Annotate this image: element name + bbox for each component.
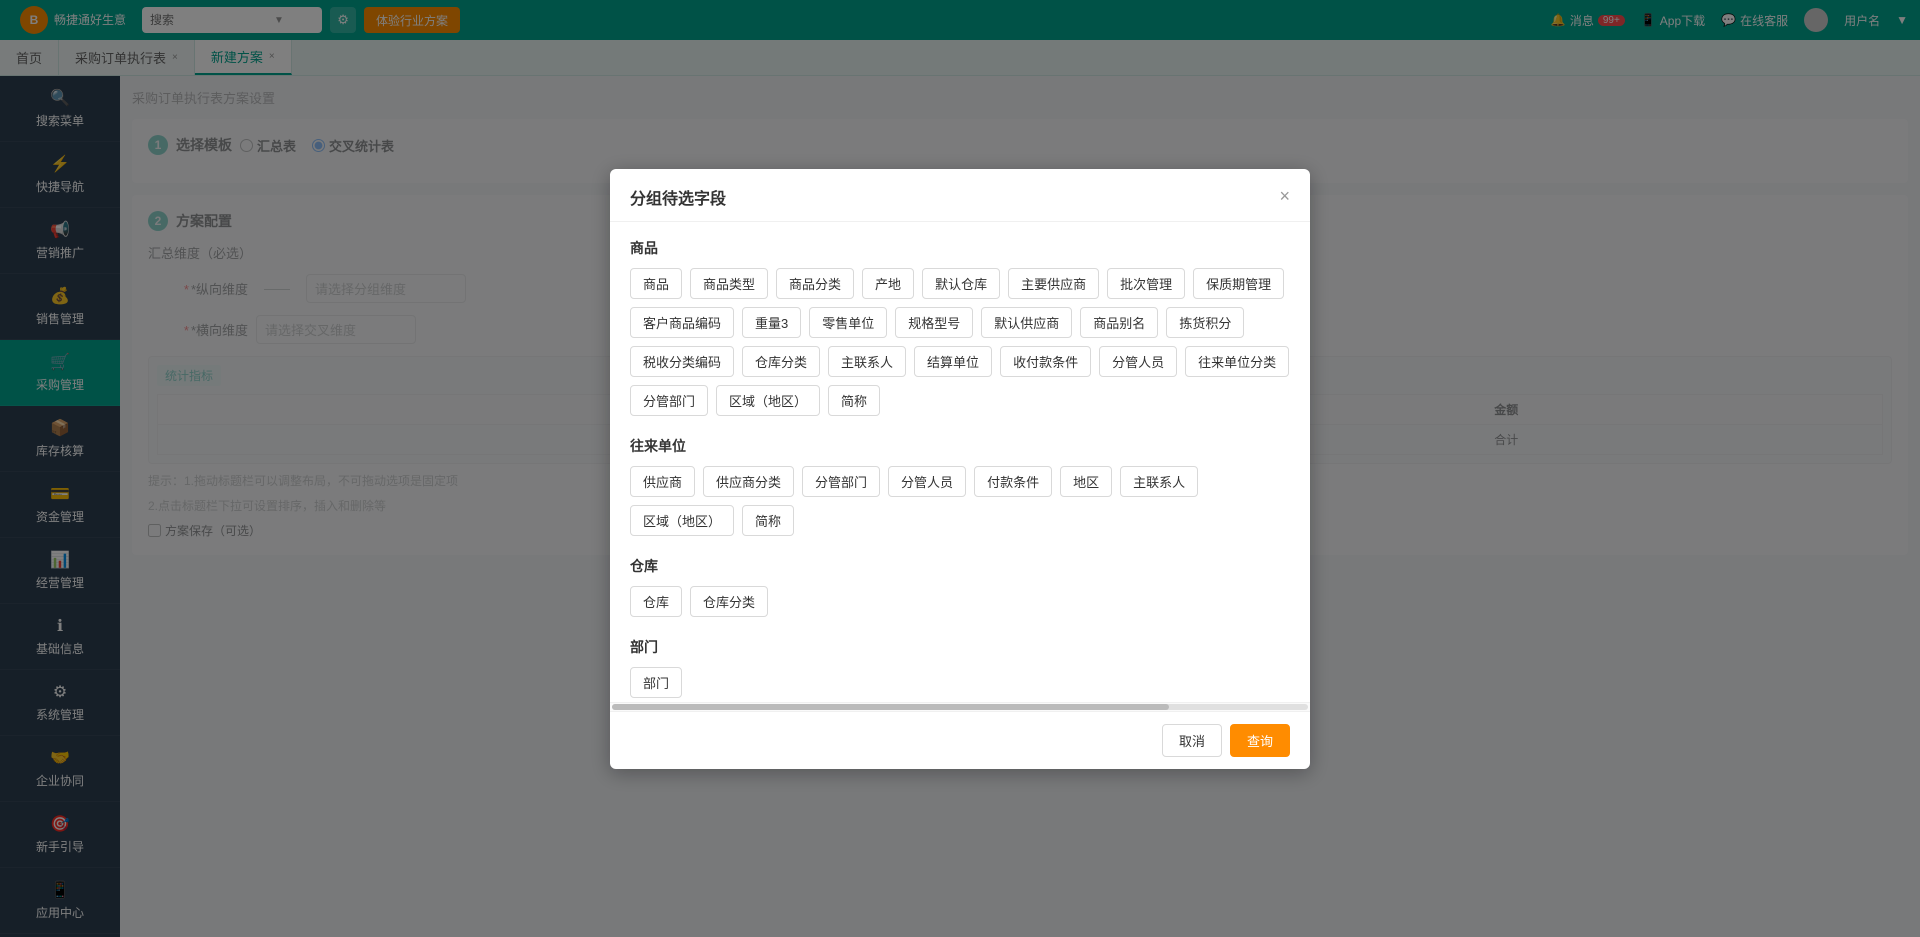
field-chip-product-客户商品编码[interactable]: 客户商品编码 xyxy=(630,307,734,338)
field-chip-partner-付款条件[interactable]: 付款条件 xyxy=(974,466,1052,497)
field-section-title-partner: 往来单位 xyxy=(630,436,1290,456)
field-chip-product-商品类型[interactable]: 商品类型 xyxy=(690,268,768,299)
field-chip-product-产地[interactable]: 产地 xyxy=(862,268,914,299)
field-chip-partner-分管人员[interactable]: 分管人员 xyxy=(888,466,966,497)
field-section-warehouse: 仓库 仓库 仓库分类 xyxy=(630,556,1290,617)
field-chip-product-主联系人[interactable]: 主联系人 xyxy=(828,346,906,377)
field-section-title-product: 商品 xyxy=(630,238,1290,258)
field-chip-warehouse-仓库[interactable]: 仓库 xyxy=(630,586,682,617)
field-section-title-department: 部门 xyxy=(630,637,1290,657)
field-chip-product-分管部门[interactable]: 分管部门 xyxy=(630,385,708,416)
field-chip-product-重量3[interactable]: 重量3 xyxy=(742,307,801,338)
field-section-product: 商品 商品 商品类型 商品分类 产地 默认仓库 主要供应商 批次管理 保质期管理… xyxy=(630,238,1290,416)
field-chip-product-往来单位分类[interactable]: 往来单位分类 xyxy=(1185,346,1289,377)
field-chip-product-商品分类[interactable]: 商品分类 xyxy=(776,268,854,299)
field-chip-partner-地区[interactable]: 地区 xyxy=(1060,466,1112,497)
field-chip-warehouse-仓库分类[interactable]: 仓库分类 xyxy=(690,586,768,617)
field-section-department: 部门 部门 xyxy=(630,637,1290,698)
field-chips-department: 部门 xyxy=(630,667,1290,698)
field-chip-product-批次管理[interactable]: 批次管理 xyxy=(1107,268,1185,299)
field-section-partner: 往来单位 供应商 供应商分类 分管部门 分管人员 付款条件 地区 主联系人 区域… xyxy=(630,436,1290,536)
field-chip-product-保质期管理[interactable]: 保质期管理 xyxy=(1193,268,1284,299)
modal-confirm-button[interactable]: 查询 xyxy=(1230,724,1290,757)
field-chip-product-零售单位[interactable]: 零售单位 xyxy=(809,307,887,338)
field-chip-product-简称[interactable]: 简称 xyxy=(828,385,880,416)
field-chip-partner-主联系人[interactable]: 主联系人 xyxy=(1120,466,1198,497)
field-chips-warehouse: 仓库 仓库分类 xyxy=(630,586,1290,617)
modal-overlay: 分组待选字段 × 商品 商品 商品类型 商品分类 产地 默认仓库 主要供应商 批… xyxy=(0,0,1920,937)
field-chips-partner: 供应商 供应商分类 分管部门 分管人员 付款条件 地区 主联系人 区域（地区） … xyxy=(630,466,1290,536)
field-selection-modal: 分组待选字段 × 商品 商品 商品类型 商品分类 产地 默认仓库 主要供应商 批… xyxy=(610,169,1310,769)
field-chip-product-默认供应商[interactable]: 默认供应商 xyxy=(981,307,1072,338)
modal-close-button[interactable]: × xyxy=(1279,186,1290,207)
modal-cancel-button[interactable]: 取消 xyxy=(1162,724,1222,757)
field-chip-product-规格型号[interactable]: 规格型号 xyxy=(895,307,973,338)
field-chip-partner-分管部门[interactable]: 分管部门 xyxy=(802,466,880,497)
field-chip-department-部门[interactable]: 部门 xyxy=(630,667,682,698)
field-chip-product-收付款条件[interactable]: 收付款条件 xyxy=(1000,346,1091,377)
field-chip-product-商品别名[interactable]: 商品别名 xyxy=(1080,307,1158,338)
field-chip-product-结算单位[interactable]: 结算单位 xyxy=(914,346,992,377)
field-chip-product-区域地区[interactable]: 区域（地区） xyxy=(716,385,820,416)
modal-body: 商品 商品 商品类型 商品分类 产地 默认仓库 主要供应商 批次管理 保质期管理… xyxy=(610,222,1310,703)
field-chip-partner-供应商[interactable]: 供应商 xyxy=(630,466,695,497)
field-chip-partner-供应商分类[interactable]: 供应商分类 xyxy=(703,466,794,497)
field-chip-product-税收分类编码[interactable]: 税收分类编码 xyxy=(630,346,734,377)
field-chip-product-默认仓库[interactable]: 默认仓库 xyxy=(922,268,1000,299)
modal-title: 分组待选字段 xyxy=(630,185,726,209)
field-chip-product-主要供应商[interactable]: 主要供应商 xyxy=(1008,268,1099,299)
modal-scrollbar-horizontal[interactable] xyxy=(610,702,1310,710)
field-chip-partner-区域地区[interactable]: 区域（地区） xyxy=(630,505,734,536)
field-chip-product-拣货积分[interactable]: 拣货积分 xyxy=(1166,307,1244,338)
field-chip-product-分管人员[interactable]: 分管人员 xyxy=(1099,346,1177,377)
field-chips-product: 商品 商品类型 商品分类 产地 默认仓库 主要供应商 批次管理 保质期管理 客户… xyxy=(630,268,1290,416)
modal-header: 分组待选字段 × xyxy=(610,169,1310,222)
field-section-title-warehouse: 仓库 xyxy=(630,556,1290,576)
modal-footer: 取消 查询 xyxy=(610,711,1310,769)
field-chip-partner-简称[interactable]: 简称 xyxy=(742,505,794,536)
field-chip-product-商品[interactable]: 商品 xyxy=(630,268,682,299)
field-chip-product-仓库分类[interactable]: 仓库分类 xyxy=(742,346,820,377)
